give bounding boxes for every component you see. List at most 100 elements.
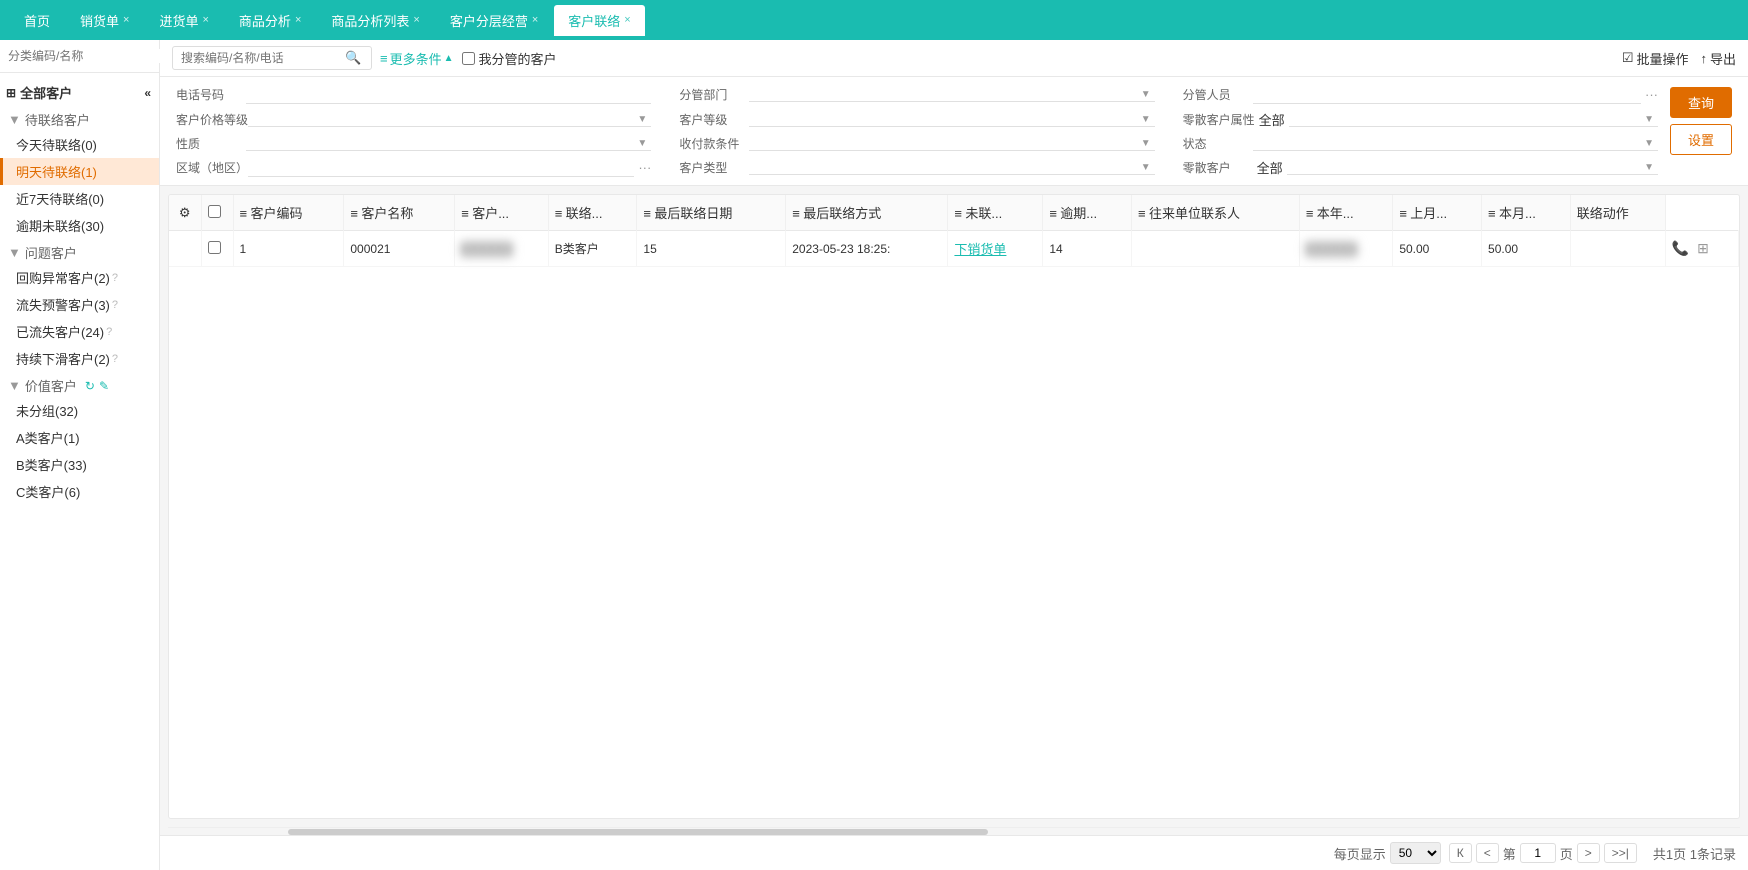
more-icon[interactable]: ··· bbox=[638, 160, 651, 175]
filter-scatter-customer: 零散客户 全部 ▼ bbox=[1183, 158, 1658, 177]
page-size-dropdown[interactable]: 50 20 100 bbox=[1390, 842, 1441, 864]
edit-icon[interactable]: ✎ bbox=[99, 379, 109, 393]
region-input[interactable] bbox=[248, 158, 634, 177]
status-select[interactable] bbox=[1253, 136, 1658, 150]
cell-checkbox[interactable] bbox=[201, 231, 233, 267]
customer-level-select[interactable] bbox=[749, 112, 1154, 126]
close-icon[interactable]: × bbox=[202, 14, 208, 26]
last-page-btn[interactable]: >>| bbox=[1604, 843, 1637, 863]
scrollbar-thumb[interactable] bbox=[288, 829, 988, 835]
row-checkbox[interactable] bbox=[208, 241, 221, 254]
close-icon[interactable]: × bbox=[624, 14, 630, 26]
col-settings[interactable]: ⚙ bbox=[169, 195, 201, 231]
sidebar-item-repurchase-abnormal[interactable]: 回购异常客户(2) ? bbox=[0, 264, 159, 291]
nav-customer-contact[interactable]: 客户联络 × bbox=[554, 5, 644, 36]
more-conditions-btn[interactable]: ≡ 更多条件 ▲ bbox=[380, 49, 454, 68]
triangle-icon: ▼ bbox=[8, 245, 21, 260]
sidebar-item-class-c[interactable]: C类客户(6) bbox=[0, 478, 159, 505]
close-icon[interactable]: × bbox=[123, 14, 129, 26]
cell-last-contact-method[interactable]: 下销货单 bbox=[948, 231, 1043, 267]
horizontal-scrollbar[interactable] bbox=[168, 827, 1740, 835]
help-icon: ? bbox=[112, 299, 118, 311]
close-icon[interactable]: × bbox=[295, 14, 301, 26]
first-page-btn[interactable]: К bbox=[1449, 843, 1472, 863]
sidebar-item-today-pending[interactable]: 今天待联络(0) bbox=[0, 131, 159, 158]
customer-type-select[interactable] bbox=[749, 160, 1154, 174]
nav-product-analysis[interactable]: 商品分析 × bbox=[225, 5, 315, 36]
nav-sales-order[interactable]: 销货单 × bbox=[66, 5, 143, 36]
checkbox-icon: ☑ bbox=[1622, 50, 1634, 66]
phone-action-icon[interactable]: 📞 bbox=[1672, 240, 1689, 257]
sidebar-item-churn-warning[interactable]: 流失预警客户(3) ? bbox=[0, 291, 159, 318]
batch-ops-btn[interactable]: ☑ 批量操作 bbox=[1622, 49, 1689, 68]
sidebar-item-ungrouped[interactable]: 未分组(32) bbox=[0, 397, 159, 424]
customer-level-wrap[interactable]: ▼ bbox=[749, 112, 1154, 127]
settings-icon[interactable]: ⚙ bbox=[179, 205, 191, 220]
phone-input[interactable] bbox=[246, 85, 651, 104]
status-wrap[interactable]: ▼ bbox=[1253, 136, 1658, 151]
next-page-btn[interactable]: > bbox=[1577, 843, 1600, 863]
sidebar-search-input[interactable] bbox=[8, 49, 163, 63]
price-level-select[interactable] bbox=[248, 112, 651, 126]
sidebar-group-pending: ▼ 待联络客户 bbox=[0, 106, 159, 131]
search-box: 🔍 bbox=[172, 46, 372, 70]
help-icon: ? bbox=[106, 326, 112, 338]
sidebar-item-declining[interactable]: 持续下滑客户(2) ? bbox=[0, 345, 159, 372]
customer-type-wrap[interactable]: ▼ bbox=[749, 160, 1154, 175]
dept-select[interactable] bbox=[749, 87, 1154, 101]
col-action: 联络动作 bbox=[1570, 195, 1665, 231]
contact-method-link[interactable]: 下销货单 bbox=[954, 242, 1006, 257]
sidebar-item-overdue-contact[interactable]: 逾期未联络(30) bbox=[0, 212, 159, 239]
query-button[interactable]: 查询 bbox=[1670, 87, 1732, 118]
price-level-wrap[interactable]: ▼ bbox=[248, 112, 651, 127]
nav-customer-segmentation[interactable]: 客户分层经营 × bbox=[436, 5, 552, 36]
sidebar-item-class-a[interactable]: A类客户(1) bbox=[0, 424, 159, 451]
all-customers-title[interactable]: ⊞ 全部客户 « bbox=[0, 79, 159, 106]
col-last-contact-date: ≡ 最后联络日期 bbox=[637, 195, 786, 231]
nature-wrap[interactable]: ▼ bbox=[246, 136, 651, 151]
scatter-customer-select[interactable] bbox=[1287, 160, 1658, 174]
filter-customer-level: 客户等级 ▼ bbox=[679, 111, 1154, 128]
payment-select[interactable] bbox=[749, 136, 1154, 150]
scatter-attr-wrap[interactable]: ▼ bbox=[1289, 112, 1658, 127]
dept-select-wrap[interactable]: ▼ bbox=[749, 87, 1154, 102]
filter-phone: 电话号码 bbox=[176, 85, 651, 104]
search-input[interactable] bbox=[181, 51, 341, 65]
search-icon[interactable]: 🔍 bbox=[345, 50, 361, 66]
page-number-input[interactable] bbox=[1520, 843, 1556, 863]
export-btn[interactable]: ↑ 导出 bbox=[1700, 49, 1736, 68]
cell-uncontacted: 14 bbox=[1043, 231, 1132, 267]
sidebar-item-churned[interactable]: 已流失客户(24) ? bbox=[0, 318, 159, 345]
manager-input[interactable] bbox=[1253, 85, 1641, 104]
prev-page-btn[interactable]: < bbox=[1476, 843, 1499, 863]
my-customers-check[interactable] bbox=[462, 52, 475, 65]
cell-action: 📞 ⊞ bbox=[1665, 231, 1738, 267]
close-icon[interactable]: × bbox=[532, 14, 538, 26]
more-icon[interactable]: ··· bbox=[1645, 87, 1658, 102]
scatter-attr-select[interactable] bbox=[1289, 112, 1658, 126]
cell-code[interactable]: 000021 bbox=[344, 231, 455, 267]
nav-home[interactable]: 首页 bbox=[10, 5, 64, 36]
sidebar-item-class-b[interactable]: B类客户(33) bbox=[0, 451, 159, 478]
cell-contacts: 15 bbox=[637, 231, 786, 267]
cell-name[interactable]: ██████ bbox=[455, 231, 548, 267]
content-area: 🔍 ≡ 更多条件 ▲ 我分管的客户 ☑ 批量操作 ↑ 导出 bbox=[160, 40, 1748, 870]
col-checkbox[interactable] bbox=[201, 195, 233, 231]
sidebar: 🔍 ⊞ 全部客户 « ▼ 待联络客户 今天待联络(0) 明天待联络(1) 近7 bbox=[0, 40, 160, 870]
nav-purchase-order[interactable]: 进货单 × bbox=[145, 5, 222, 36]
settings-button[interactable]: 设置 bbox=[1670, 124, 1732, 155]
col-last-month: ≡ 上月... bbox=[1393, 195, 1482, 231]
my-customers-checkbox[interactable]: 我分管的客户 bbox=[462, 49, 557, 68]
scatter-customer-wrap[interactable]: ▼ bbox=[1287, 160, 1658, 175]
table-row: 1 000021 ██████ B类客户 15 2023-05-23 18:25… bbox=[169, 231, 1739, 267]
nature-select[interactable] bbox=[246, 136, 651, 150]
close-icon[interactable]: × bbox=[413, 14, 419, 26]
sidebar-item-7days-pending[interactable]: 近7天待联络(0) bbox=[0, 185, 159, 212]
payment-wrap[interactable]: ▼ bbox=[749, 136, 1154, 151]
refresh-icon[interactable]: ↻ bbox=[85, 379, 95, 393]
sidebar-item-tomorrow-pending[interactable]: 明天待联络(1) bbox=[0, 158, 159, 185]
select-all-checkbox[interactable] bbox=[208, 205, 221, 218]
nav-product-analysis-list[interactable]: 商品分析列表 × bbox=[317, 5, 433, 36]
triangle-icon: ▼ bbox=[8, 112, 21, 127]
grid-action-icon[interactable]: ⊞ bbox=[1697, 240, 1709, 257]
